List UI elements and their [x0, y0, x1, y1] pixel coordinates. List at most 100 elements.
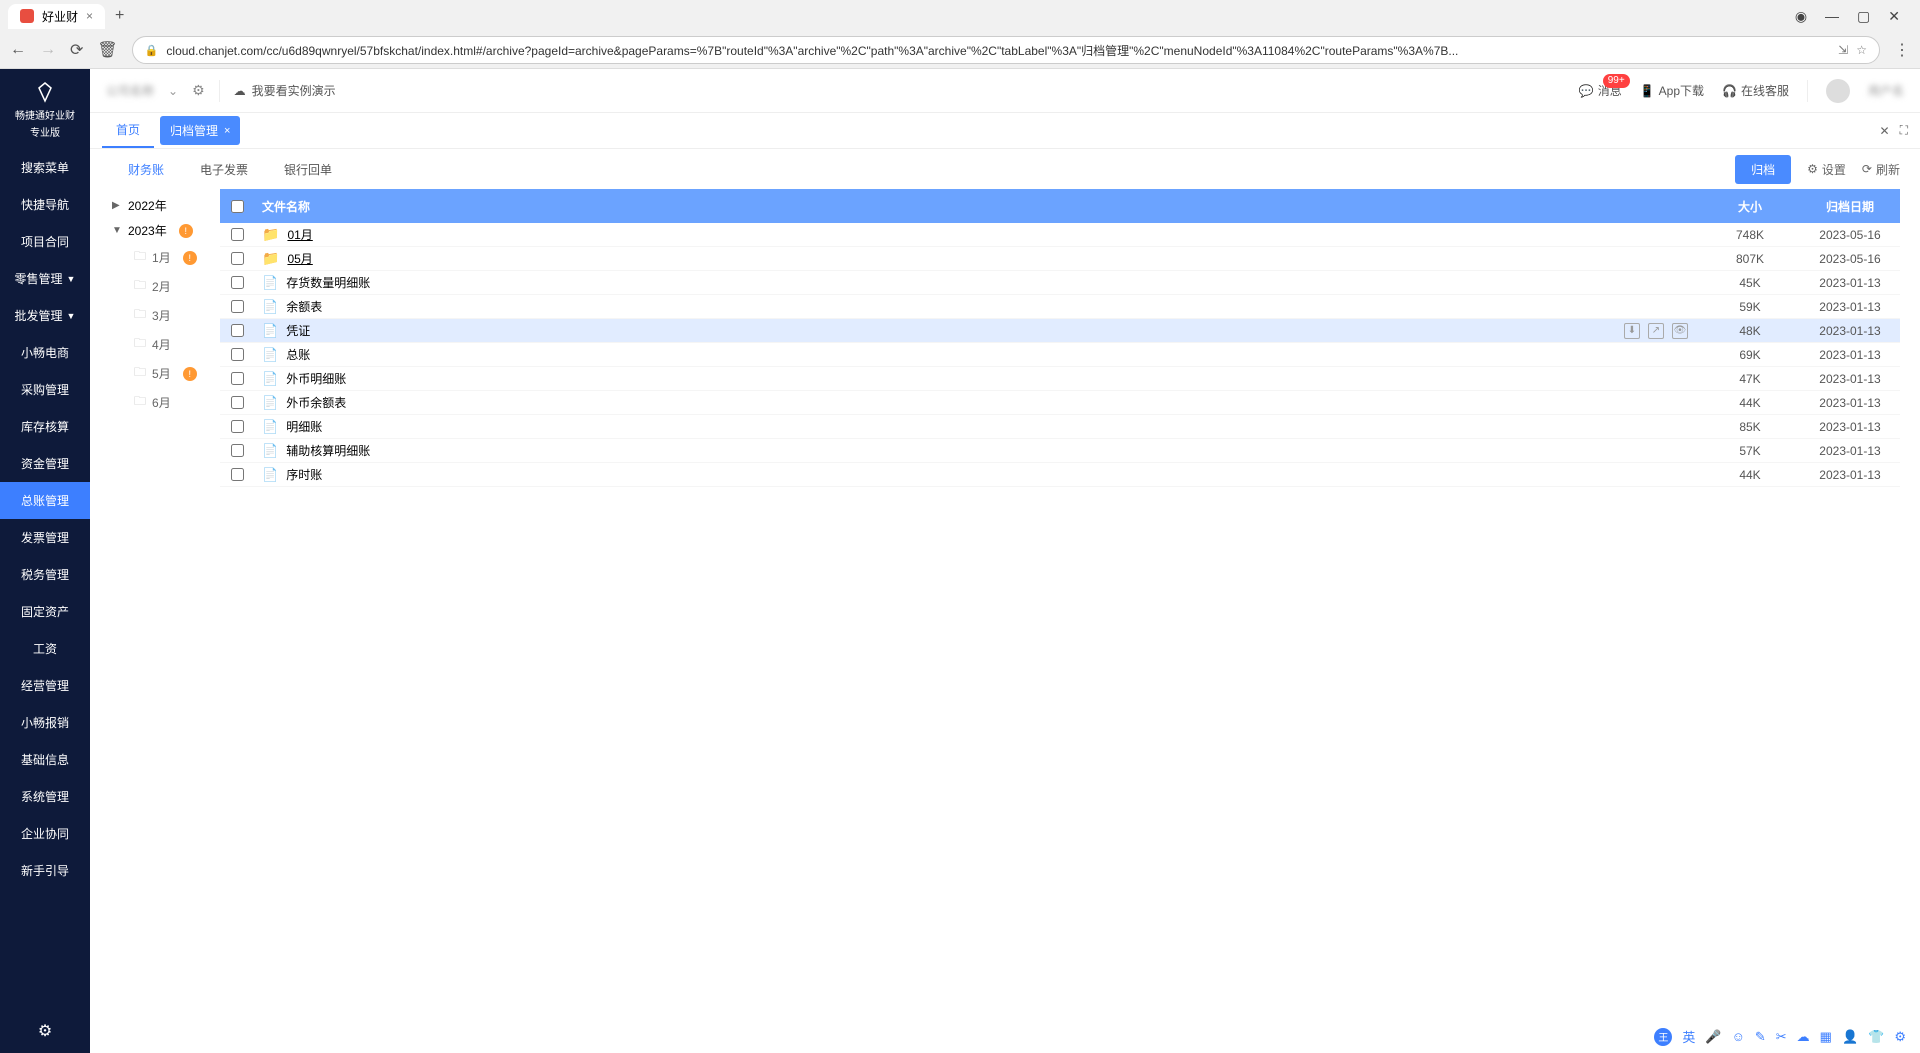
- subtab-einvoice[interactable]: 电子发票: [182, 151, 266, 188]
- table-row[interactable]: 📄明细账85K2023-01-13: [220, 415, 1900, 439]
- ime-indicator-icon[interactable]: 王: [1654, 1028, 1672, 1046]
- sidebar-settings-icon[interactable]: ⚙: [0, 1009, 90, 1053]
- chevron-down-icon[interactable]: ⌄: [168, 84, 178, 98]
- ime-gear-icon[interactable]: ⚙: [1894, 1029, 1906, 1045]
- tree-month-4[interactable]: 🗀4月: [110, 330, 220, 359]
- ime-scissor-icon[interactable]: ✂: [1776, 1029, 1787, 1045]
- table-row[interactable]: 📄凭证⬇↗👁48K2023-01-13: [220, 319, 1900, 343]
- sidebar-item-5[interactable]: 小畅电商: [0, 334, 90, 371]
- ime-smile-icon[interactable]: ☺: [1732, 1029, 1745, 1044]
- row-checkbox[interactable]: [231, 276, 244, 289]
- sidebar-item-16[interactable]: 基础信息: [0, 741, 90, 778]
- maximize-icon[interactable]: ▢: [1857, 8, 1870, 25]
- row-checkbox[interactable]: [231, 468, 244, 481]
- tab-home[interactable]: 首页: [102, 113, 154, 148]
- sidebar-item-15[interactable]: 小畅报销: [0, 704, 90, 741]
- row-checkbox[interactable]: [231, 348, 244, 361]
- tree-year-2023[interactable]: ▼ 2023年 !: [110, 218, 220, 243]
- tree-month-6[interactable]: 🗀6月: [110, 388, 220, 417]
- tree-year-2022[interactable]: ▶ 2022年: [110, 193, 220, 218]
- sidebar-item-10[interactable]: 发票管理: [0, 519, 90, 556]
- row-checkbox[interactable]: [231, 252, 244, 265]
- delete-icon[interactable]: 🗑: [97, 40, 117, 60]
- sidebar-item-0[interactable]: 搜索菜单: [0, 149, 90, 186]
- subtab-finance[interactable]: 财务账: [110, 151, 182, 188]
- sidebar-item-13[interactable]: 工资: [0, 630, 90, 667]
- service-button[interactable]: 🎧 在线客服: [1722, 82, 1789, 99]
- table-row[interactable]: 📄余额表59K2023-01-13: [220, 295, 1900, 319]
- row-checkbox[interactable]: [231, 396, 244, 409]
- table-row[interactable]: 📁01月748K2023-05-16: [220, 223, 1900, 247]
- minimize-icon[interactable]: —: [1825, 8, 1839, 25]
- row-checkbox[interactable]: [231, 420, 244, 433]
- ime-skin-icon[interactable]: 👕: [1868, 1029, 1884, 1045]
- settings-gear-icon[interactable]: ⚙: [192, 82, 205, 99]
- sidebar-item-19[interactable]: 新手引导: [0, 852, 90, 889]
- browser-menu-icon[interactable]: ◉: [1795, 8, 1807, 25]
- sidebar-item-18[interactable]: 企业协同: [0, 815, 90, 852]
- tree-month-3[interactable]: 🗀3月: [110, 301, 220, 330]
- back-icon[interactable]: ←: [10, 41, 26, 59]
- ime-voice-icon[interactable]: 🎤: [1705, 1029, 1721, 1045]
- archive-button[interactable]: 归档: [1735, 155, 1791, 184]
- address-input[interactable]: 🔒 cloud.chanjet.com/cc/u6d89qwnryel/57bf…: [132, 36, 1880, 64]
- install-icon[interactable]: ⇲: [1838, 43, 1848, 57]
- ime-user-icon[interactable]: 👤: [1842, 1029, 1858, 1045]
- sidebar-item-4[interactable]: 批发管理▼: [0, 297, 90, 334]
- sidebar-item-3[interactable]: 零售管理▼: [0, 260, 90, 297]
- reload-icon[interactable]: ⟳: [70, 40, 83, 60]
- refresh-link[interactable]: ⟳ 刷新: [1862, 161, 1900, 178]
- table-row[interactable]: 📄外币明细账47K2023-01-13: [220, 367, 1900, 391]
- sidebar-item-11[interactable]: 税务管理: [0, 556, 90, 593]
- sidebar-item-17[interactable]: 系统管理: [0, 778, 90, 815]
- avatar[interactable]: [1826, 79, 1850, 103]
- ime-cloud-icon[interactable]: ☁: [1797, 1029, 1810, 1045]
- new-tab-button[interactable]: +: [105, 3, 134, 29]
- row-checkbox[interactable]: [231, 300, 244, 313]
- browser-tab[interactable]: 好业财 ×: [8, 4, 105, 29]
- more-icon[interactable]: ⋮: [1894, 40, 1910, 60]
- row-checkbox[interactable]: [231, 444, 244, 457]
- ime-grid-icon[interactable]: ▦: [1820, 1029, 1832, 1045]
- star-icon[interactable]: ☆: [1856, 43, 1867, 57]
- ime-edit-icon[interactable]: ✎: [1755, 1029, 1766, 1045]
- row-checkbox[interactable]: [231, 372, 244, 385]
- table-row[interactable]: 📁05月807K2023-05-16: [220, 247, 1900, 271]
- sidebar-item-12[interactable]: 固定资产: [0, 593, 90, 630]
- fullscreen-icon[interactable]: ⛶: [1900, 123, 1908, 138]
- tree-month-1[interactable]: 🗀1月!: [110, 243, 220, 272]
- settings-link[interactable]: ⚙ 设置: [1807, 161, 1846, 178]
- ime-lang[interactable]: 英: [1682, 1027, 1695, 1046]
- table-row[interactable]: 📄总账69K2023-01-13: [220, 343, 1900, 367]
- demo-link[interactable]: ☁ 我要看实例演示: [234, 82, 336, 99]
- tree-month-2[interactable]: 🗀2月: [110, 272, 220, 301]
- close-tab-icon[interactable]: ×: [224, 125, 230, 137]
- download-icon[interactable]: ⬇: [1624, 323, 1640, 339]
- sidebar-item-6[interactable]: 采购管理: [0, 371, 90, 408]
- table-row[interactable]: 📄辅助核算明细账57K2023-01-13: [220, 439, 1900, 463]
- tab-archive[interactable]: 归档管理 ×: [160, 116, 240, 145]
- close-window-icon[interactable]: ✕: [1888, 8, 1900, 25]
- sidebar-item-8[interactable]: 资金管理: [0, 445, 90, 482]
- close-tab-icon[interactable]: ×: [86, 9, 93, 23]
- table-row[interactable]: 📄存货数量明细账45K2023-01-13: [220, 271, 1900, 295]
- sidebar-item-14[interactable]: 经营管理: [0, 667, 90, 704]
- sidebar-item-9[interactable]: 总账管理: [0, 482, 90, 519]
- export-icon[interactable]: ↗: [1648, 323, 1664, 339]
- row-checkbox[interactable]: [231, 324, 244, 337]
- sidebar-item-7[interactable]: 库存核算: [0, 408, 90, 445]
- company-select[interactable]: 公司名称: [106, 82, 154, 99]
- download-button[interactable]: 📱 App下载: [1640, 82, 1704, 99]
- table-row[interactable]: 📄序时账44K2023-01-13: [220, 463, 1900, 487]
- tree-month-5[interactable]: 🗀5月!: [110, 359, 220, 388]
- sidebar-item-1[interactable]: 快捷导航: [0, 186, 90, 223]
- row-checkbox[interactable]: [231, 228, 244, 241]
- subtab-bankslip[interactable]: 银行回单: [266, 151, 350, 188]
- view-icon[interactable]: 👁: [1672, 323, 1688, 339]
- forward-icon[interactable]: →: [40, 41, 56, 59]
- sidebar-item-2[interactable]: 项目合同: [0, 223, 90, 260]
- table-row[interactable]: 📄外币余额表44K2023-01-13: [220, 391, 1900, 415]
- close-all-tabs-icon[interactable]: ✕: [1880, 124, 1890, 138]
- select-all-checkbox[interactable]: [231, 200, 244, 213]
- messages-button[interactable]: 💬 消息 99+: [1579, 82, 1622, 99]
